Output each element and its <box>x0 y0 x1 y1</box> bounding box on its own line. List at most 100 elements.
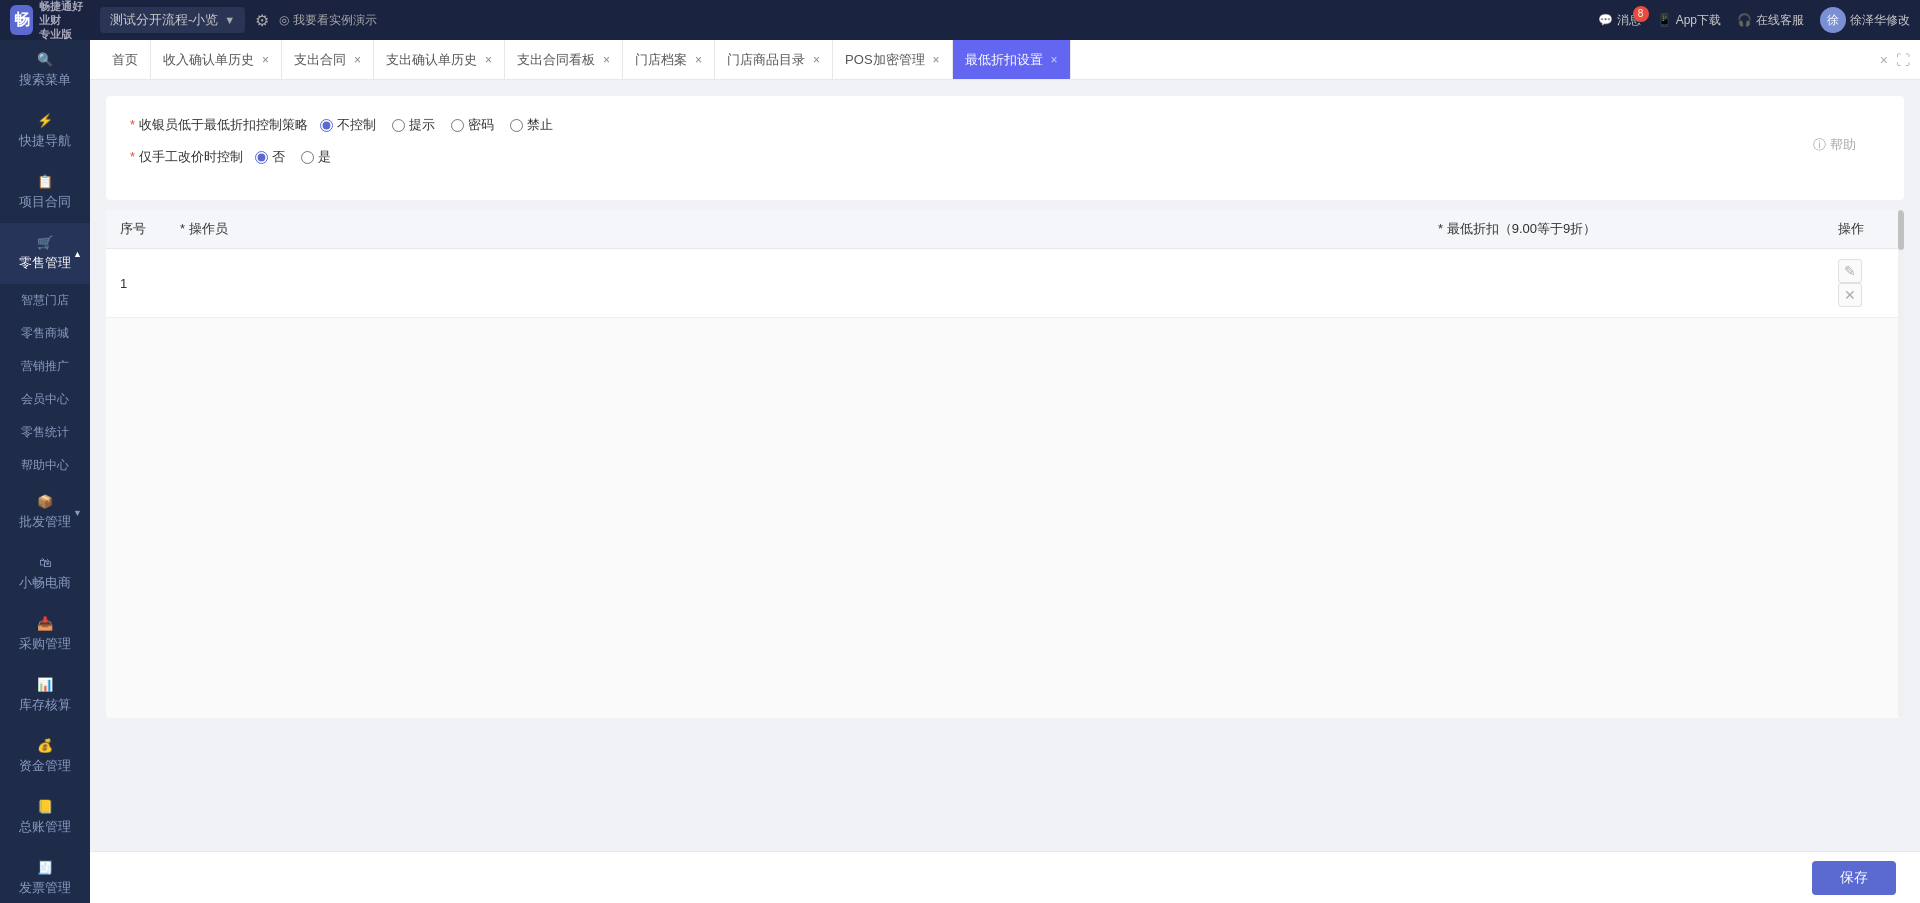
logo-text: 畅捷通好业财专业版 <box>39 0 90 41</box>
sidebar-item-label: 小畅电商 <box>19 574 71 592</box>
sidebar: 🔍 搜索菜单 ⚡ 快捷导航 📋 项目合同 🛒 零售管理 智慧门店 零售商城 营销… <box>0 40 90 903</box>
topbar-right: 💬 消息 8 📱 App下载 🎧 在线客服 徐 徐泽华修改 <box>1598 7 1910 33</box>
messages-button[interactable]: 💬 消息 8 <box>1598 12 1641 29</box>
col-header-seq: 序号 <box>106 210 166 249</box>
col-header-discount: * 最低折扣（9.00等于9折） <box>1424 210 1824 249</box>
sidebar-item-label: 总账管理 <box>19 818 71 836</box>
discount-table: 序号 * 操作员 * 最低折扣（9.00等于9折） 操作 <box>106 210 1904 718</box>
tab-close-icon[interactable]: × <box>354 53 361 67</box>
project-name: 测试分开流程-小览 <box>110 11 218 29</box>
col-header-operator: * 操作员 <box>166 210 1424 249</box>
option-no[interactable]: 否 <box>255 148 285 166</box>
option-forbid[interactable]: 禁止 <box>510 116 553 134</box>
tab-close-icon[interactable]: × <box>603 53 610 67</box>
sidebar-item-label: 零售统计 <box>21 424 69 441</box>
help-link[interactable]: ⓘ 帮助 <box>1813 136 1856 154</box>
download-icon: 📱 <box>1657 13 1672 27</box>
tab-store-catalog[interactable]: 门店商品目录 × <box>715 40 833 80</box>
sidebar-item-invoice[interactable]: 🧾 发票管理 <box>0 848 90 903</box>
sidebar-item-label: 发票管理 <box>19 879 71 897</box>
tab-income-history[interactable]: 收入确认单历史 × <box>151 40 282 80</box>
table-row: 1 ✎ ✕ <box>106 249 1904 318</box>
demo-icon: ◎ <box>279 13 289 27</box>
tab-close-icon[interactable]: × <box>933 53 940 67</box>
sidebar-item-inventory[interactable]: 📊 库存核算 <box>0 665 90 726</box>
sidebar-item-project[interactable]: 📋 项目合同 <box>0 162 90 223</box>
delete-row-button[interactable]: ✕ <box>1838 283 1862 307</box>
tab-close-icon[interactable]: × <box>262 53 269 67</box>
ecommerce-icon: 🛍 <box>39 555 52 570</box>
inventory-icon: 📊 <box>37 677 53 692</box>
tab-min-discount[interactable]: 最低折扣设置 × <box>953 40 1071 80</box>
sidebar-item-label: 会员中心 <box>21 391 69 408</box>
sidebar-item-purchase[interactable]: 📥 采购管理 <box>0 604 90 665</box>
data-table-card: 序号 * 操作员 * 最低折扣（9.00等于9折） 操作 <box>106 210 1904 718</box>
tab-expand-icon[interactable]: ⛶ <box>1896 52 1910 68</box>
option-no-control[interactable]: 不控制 <box>320 116 376 134</box>
option-hint[interactable]: 提示 <box>392 116 435 134</box>
manual-control-label: 仅手工改价时控制 <box>130 148 243 166</box>
tab-label: POS加密管理 <box>845 51 924 69</box>
project-selector[interactable]: 测试分开流程-小览 ▼ <box>100 7 245 33</box>
cell-discount <box>1424 249 1824 318</box>
table-scrollbar[interactable] <box>1898 210 1904 718</box>
message-icon: 💬 <box>1598 13 1613 27</box>
sidebar-item-quicknav[interactable]: ⚡ 快捷导航 <box>0 101 90 162</box>
sidebar-item-ecommerce[interactable]: 🛍 小畅电商 <box>0 543 90 604</box>
option-yes[interactable]: 是 <box>301 148 331 166</box>
sidebar-item-retail[interactable]: 🛒 零售管理 <box>0 223 90 284</box>
demo-link[interactable]: ◎ 我要看实例演示 <box>279 12 377 29</box>
tab-close-icon[interactable]: × <box>1051 53 1058 67</box>
sidebar-item-label: 零售商城 <box>21 325 69 342</box>
tab-contract[interactable]: 支出合同 × <box>282 40 374 80</box>
tab-label: 门店档案 <box>635 51 687 69</box>
save-button[interactable]: 保存 <box>1812 861 1896 895</box>
help-circle-icon: ⓘ <box>1813 136 1826 154</box>
edit-row-button[interactable]: ✎ <box>1838 259 1862 283</box>
sidebar-item-label: 智慧门店 <box>21 292 69 309</box>
cell-actions: ✎ ✕ <box>1824 249 1904 318</box>
sidebar-item-label: 快捷导航 <box>19 132 71 150</box>
sidebar-item-label: 采购管理 <box>19 635 71 653</box>
sidebar-item-marketing[interactable]: 营销推广 <box>0 350 90 383</box>
tab-close-icon[interactable]: × <box>813 53 820 67</box>
app-download-button[interactable]: 📱 App下载 <box>1657 12 1721 29</box>
topbar: 畅 畅捷通好业财专业版 测试分开流程-小览 ▼ ⚙ ◎ 我要看实例演示 💬 消息… <box>0 0 1920 40</box>
online-service-button[interactable]: 🎧 在线客服 <box>1737 12 1804 29</box>
tab-expense-history[interactable]: 支出确认单历史 × <box>374 40 505 80</box>
tab-bar-actions: × ⛶ <box>1880 52 1910 68</box>
sidebar-item-ledger[interactable]: 📒 总账管理 <box>0 787 90 848</box>
cashier-control-options: 不控制 提示 密码 禁 <box>320 116 553 134</box>
tab-store-profile[interactable]: 门店档案 × <box>623 40 715 80</box>
option-password[interactable]: 密码 <box>451 116 494 134</box>
tab-close-icon[interactable]: × <box>485 53 492 67</box>
main-layout: 🔍 搜索菜单 ⚡ 快捷导航 📋 项目合同 🛒 零售管理 智慧门店 零售商城 营销… <box>0 40 1920 903</box>
sidebar-item-label: 库存核算 <box>19 696 71 714</box>
sidebar-item-mall[interactable]: 零售商城 <box>0 317 90 350</box>
avatar: 徐 <box>1820 7 1846 33</box>
sidebar-item-search[interactable]: 🔍 搜索菜单 <box>0 40 90 101</box>
tab-contract-board[interactable]: 支出合同看板 × <box>505 40 623 80</box>
content-area: 首页 收入确认单历史 × 支出合同 × 支出确认单历史 × 支出合同看板 × 门… <box>90 40 1920 903</box>
option-no-control-label: 不控制 <box>337 116 376 134</box>
option-password-label: 密码 <box>468 116 494 134</box>
sidebar-item-finance[interactable]: 💰 资金管理 <box>0 726 90 787</box>
tab-close-all-icon[interactable]: × <box>1880 52 1888 68</box>
sidebar-item-membership[interactable]: 会员中心 <box>0 383 90 416</box>
tab-label: 支出合同看板 <box>517 51 595 69</box>
messages-badge: 8 <box>1633 6 1649 22</box>
tab-label: 首页 <box>112 51 138 69</box>
page-footer: 保存 <box>90 851 1920 903</box>
purchase-icon: 📥 <box>37 616 53 631</box>
topbar-settings-icon[interactable]: ⚙ <box>255 11 269 30</box>
page-content: ⓘ 帮助 收银员低于最低折扣控制策略 不控制 <box>90 80 1920 903</box>
tab-close-icon[interactable]: × <box>695 53 702 67</box>
sidebar-item-wholesale[interactable]: 📦 批发管理 <box>0 482 90 543</box>
user-menu[interactable]: 徐 徐泽华修改 <box>1820 7 1910 33</box>
sidebar-item-retailstats[interactable]: 零售统计 <box>0 416 90 449</box>
sidebar-item-smartstore[interactable]: 智慧门店 <box>0 284 90 317</box>
sidebar-item-help[interactable]: 帮助中心 <box>0 449 90 482</box>
tab-pos-security[interactable]: POS加密管理 × <box>833 40 952 80</box>
sidebar-item-label: 搜索菜单 <box>19 71 71 89</box>
tab-home[interactable]: 首页 <box>100 40 151 80</box>
